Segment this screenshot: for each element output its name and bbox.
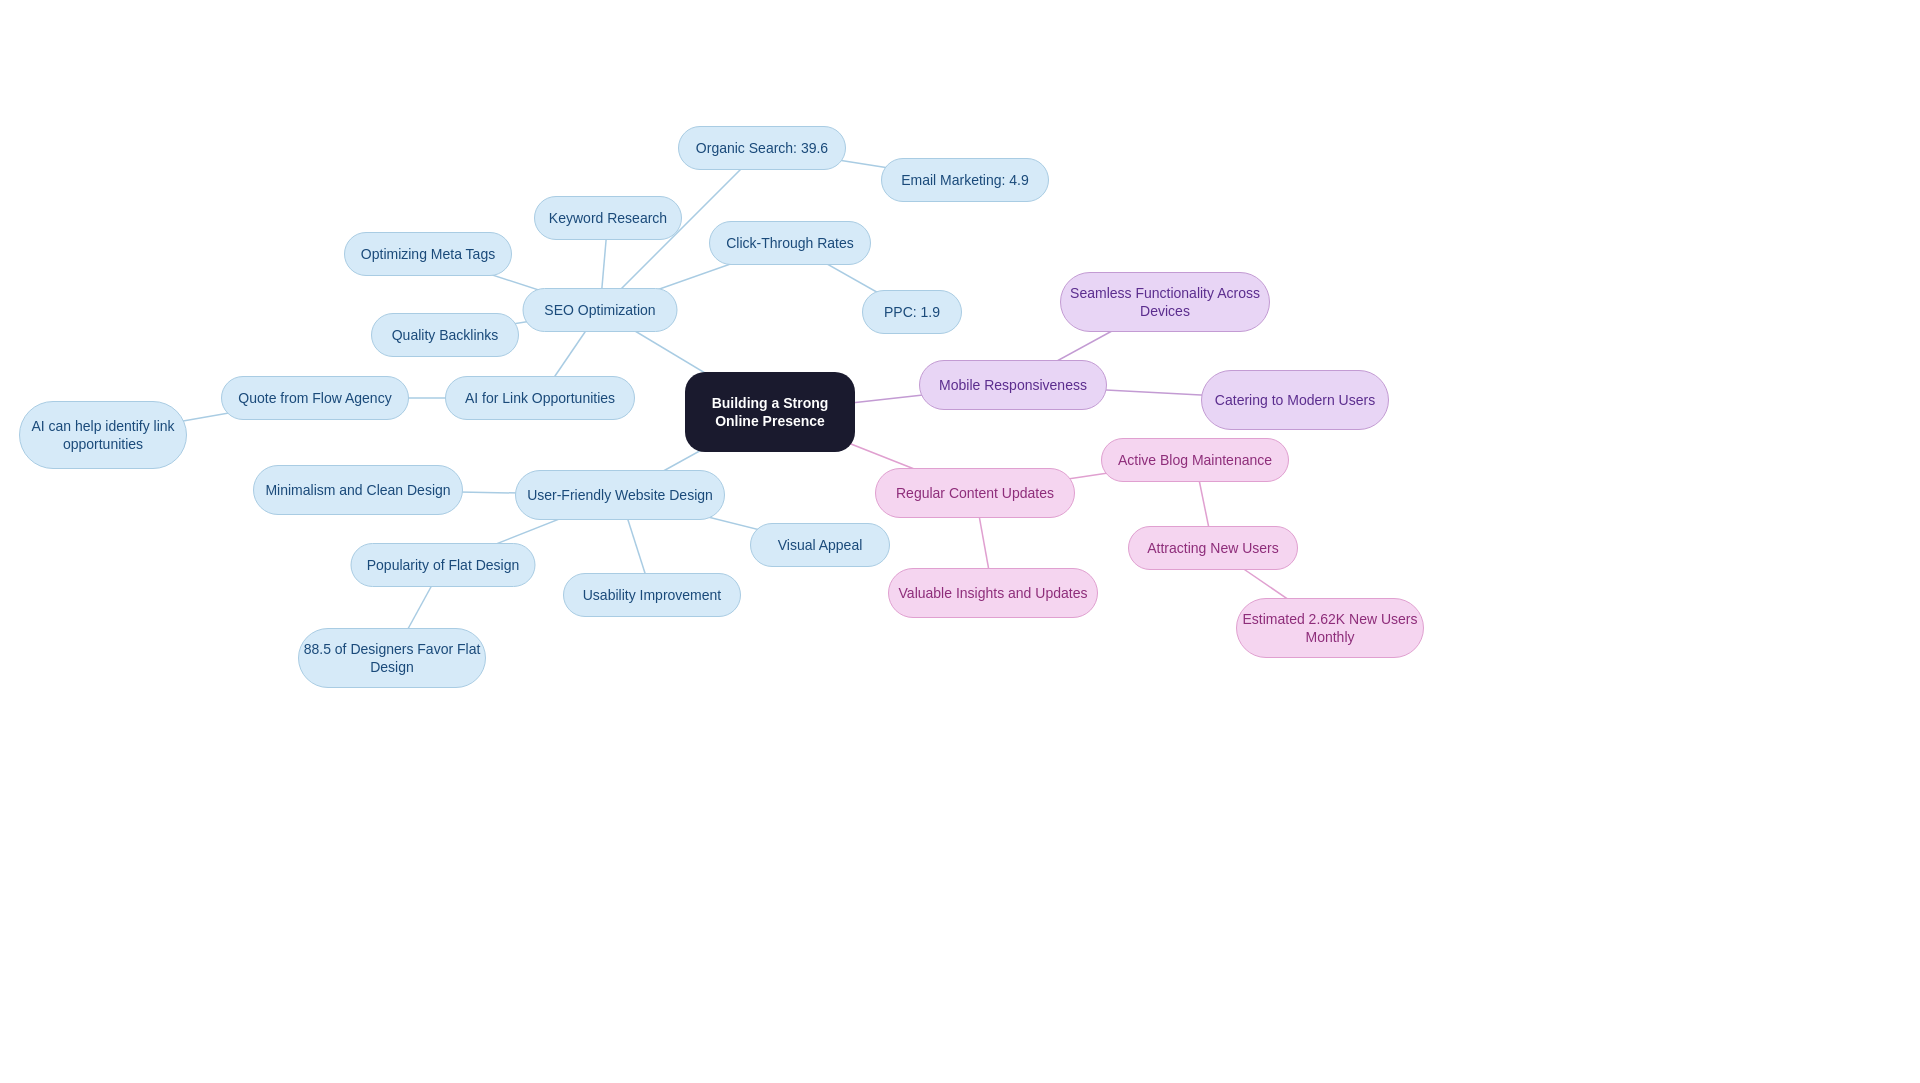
node-blog[interactable]: Active Blog Maintenance (1101, 438, 1289, 482)
mindmap-container: Building a Strong Online PresenceSEO Opt… (0, 0, 1920, 1083)
node-meta[interactable]: Optimizing Meta Tags (344, 232, 512, 276)
node-insights[interactable]: Valuable Insights and Updates (888, 568, 1098, 618)
center-node[interactable]: Building a Strong Online Presence (685, 372, 855, 452)
node-flat-stat[interactable]: 88.5 of Designers Favor Flat Design (298, 628, 486, 688)
node-ppc[interactable]: PPC: 1.9 (862, 290, 962, 334)
node-keyword[interactable]: Keyword Research (534, 196, 682, 240)
node-mobile[interactable]: Mobile Responsiveness (919, 360, 1107, 410)
node-usability[interactable]: Usability Improvement (563, 573, 741, 617)
node-ai-link[interactable]: AI for Link Opportunities (445, 376, 635, 420)
node-modern[interactable]: Catering to Modern Users (1201, 370, 1389, 430)
node-estimate[interactable]: Estimated 2.62K New Users Monthly (1236, 598, 1424, 658)
node-quote[interactable]: Quote from Flow Agency (221, 376, 409, 420)
node-flat[interactable]: Popularity of Flat Design (351, 543, 536, 587)
node-visual[interactable]: Visual Appeal (750, 523, 890, 567)
node-ai-help[interactable]: AI can help identify link opportunities (19, 401, 187, 469)
node-ctr[interactable]: Click-Through Rates (709, 221, 871, 265)
node-email[interactable]: Email Marketing: 4.9 (881, 158, 1049, 202)
node-seo[interactable]: SEO Optimization (523, 288, 678, 332)
node-seamless[interactable]: Seamless Functionality Across Devices (1060, 272, 1270, 332)
node-organic[interactable]: Organic Search: 39.6 (678, 126, 846, 170)
node-design[interactable]: User-Friendly Website Design (515, 470, 725, 520)
node-content[interactable]: Regular Content Updates (875, 468, 1075, 518)
node-backlinks[interactable]: Quality Backlinks (371, 313, 519, 357)
node-minimalism[interactable]: Minimalism and Clean Design (253, 465, 463, 515)
node-attract[interactable]: Attracting New Users (1128, 526, 1298, 570)
